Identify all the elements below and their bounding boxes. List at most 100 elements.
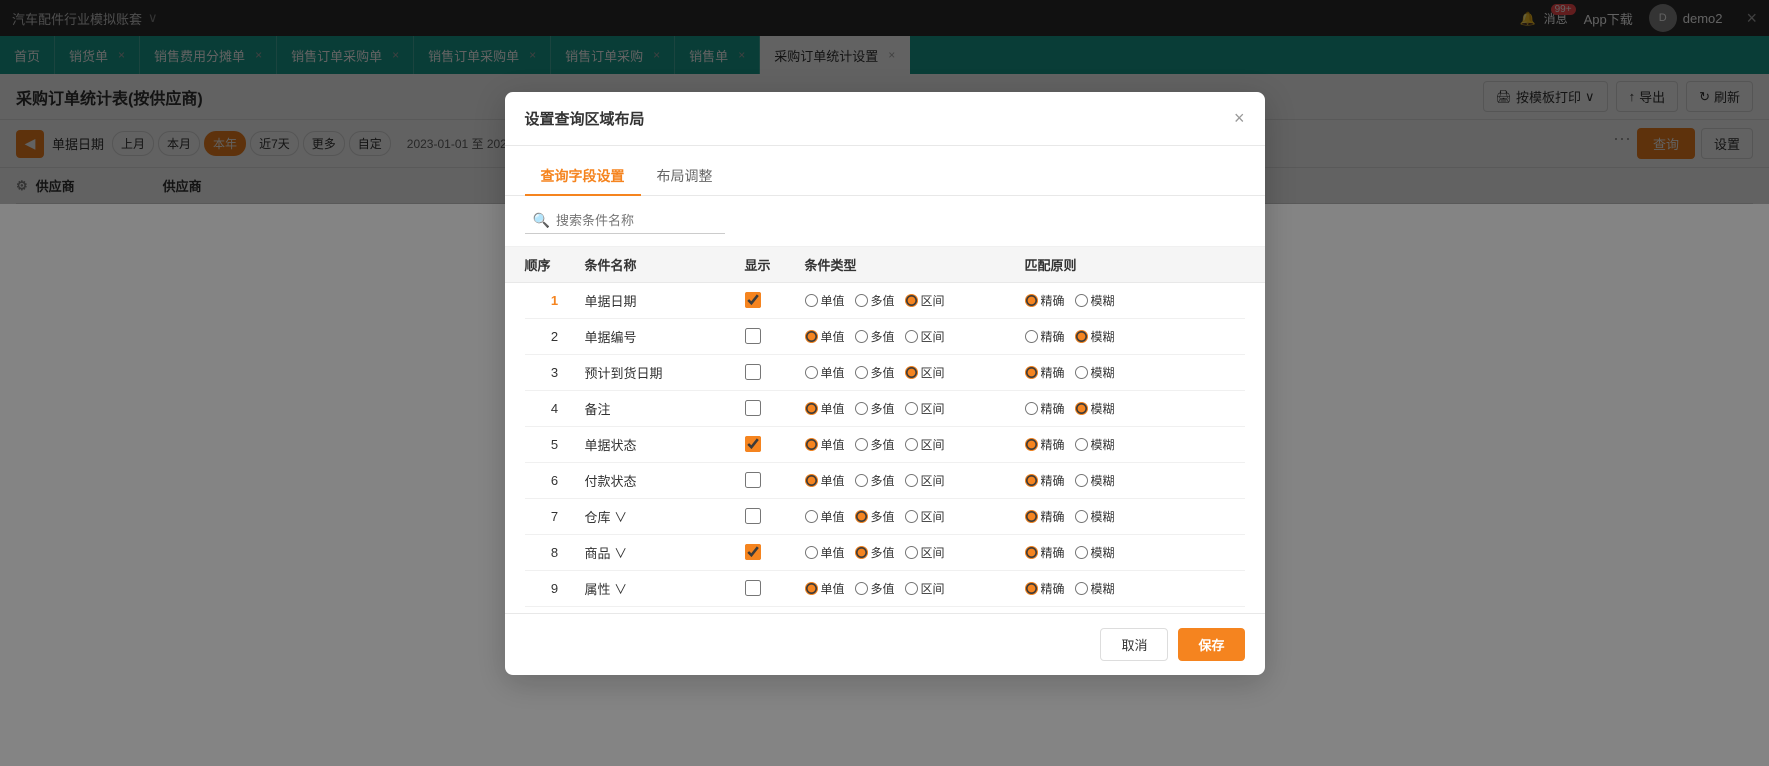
match-radio[interactable]: [1025, 330, 1038, 343]
type-radio-label[interactable]: 单值: [805, 508, 845, 525]
display-checkbox[interactable]: [745, 400, 761, 416]
match-radio-label[interactable]: 模糊: [1075, 508, 1115, 525]
match-radio[interactable]: [1075, 330, 1088, 343]
match-radio-label[interactable]: 模糊: [1075, 544, 1115, 561]
display-checkbox[interactable]: [745, 580, 761, 596]
type-radio[interactable]: [805, 582, 818, 595]
display-checkbox[interactable]: [745, 328, 761, 344]
match-radio[interactable]: [1075, 546, 1088, 559]
modal-close-btn[interactable]: ×: [1234, 109, 1245, 127]
match-radio[interactable]: [1075, 294, 1088, 307]
search-input[interactable]: [556, 213, 716, 228]
type-radio[interactable]: [855, 582, 868, 595]
type-radio-label[interactable]: 区间: [905, 328, 945, 345]
type-radio-label[interactable]: 单值: [805, 292, 845, 309]
type-radio[interactable]: [905, 366, 918, 379]
match-radio[interactable]: [1025, 510, 1038, 523]
type-radio[interactable]: [905, 510, 918, 523]
match-radio-label[interactable]: 模糊: [1075, 472, 1115, 489]
match-radio-label[interactable]: 模糊: [1075, 580, 1115, 597]
match-radio-label[interactable]: 精确: [1025, 400, 1065, 417]
type-radio-label[interactable]: 单值: [805, 580, 845, 597]
type-radio-label[interactable]: 单值: [805, 472, 845, 489]
save-btn[interactable]: 保存: [1178, 628, 1244, 661]
match-radio[interactable]: [1075, 510, 1088, 523]
match-radio[interactable]: [1075, 474, 1088, 487]
match-radio[interactable]: [1025, 402, 1038, 415]
tab-layout[interactable]: 布局调整: [641, 158, 729, 196]
type-radio[interactable]: [905, 294, 918, 307]
match-radio[interactable]: [1025, 366, 1038, 379]
type-radio[interactable]: [805, 510, 818, 523]
type-radio-label[interactable]: 多值: [855, 544, 895, 561]
match-radio[interactable]: [1075, 366, 1088, 379]
type-radio-label[interactable]: 多值: [855, 580, 895, 597]
match-radio-label[interactable]: 模糊: [1075, 436, 1115, 453]
type-radio[interactable]: [855, 510, 868, 523]
match-radio[interactable]: [1075, 582, 1088, 595]
type-radio-label[interactable]: 区间: [905, 508, 945, 525]
type-radio[interactable]: [805, 366, 818, 379]
type-radio[interactable]: [805, 438, 818, 451]
display-checkbox[interactable]: [745, 292, 761, 308]
type-radio[interactable]: [855, 402, 868, 415]
type-radio-label[interactable]: 多值: [855, 364, 895, 381]
display-checkbox[interactable]: [745, 544, 761, 560]
display-checkbox[interactable]: [745, 364, 761, 380]
type-radio-label[interactable]: 区间: [905, 400, 945, 417]
match-radio[interactable]: [1075, 402, 1088, 415]
type-radio[interactable]: [905, 330, 918, 343]
type-radio[interactable]: [855, 546, 868, 559]
display-checkbox[interactable]: [745, 436, 761, 452]
type-radio-label[interactable]: 区间: [905, 436, 945, 453]
type-radio[interactable]: [905, 582, 918, 595]
display-checkbox[interactable]: [745, 472, 761, 488]
type-radio[interactable]: [805, 294, 818, 307]
match-radio-label[interactable]: 精确: [1025, 364, 1065, 381]
type-radio-label[interactable]: 区间: [905, 364, 945, 381]
type-radio-label[interactable]: 多值: [855, 472, 895, 489]
type-radio-label[interactable]: 多值: [855, 508, 895, 525]
type-radio-label[interactable]: 区间: [905, 580, 945, 597]
type-radio-label[interactable]: 多值: [855, 328, 895, 345]
match-radio-label[interactable]: 模糊: [1075, 400, 1115, 417]
type-radio-label[interactable]: 单值: [805, 328, 845, 345]
type-radio[interactable]: [855, 294, 868, 307]
match-radio-label[interactable]: 模糊: [1075, 292, 1115, 309]
type-radio-label[interactable]: 单值: [805, 544, 845, 561]
type-radio[interactable]: [805, 402, 818, 415]
match-radio-label[interactable]: 精确: [1025, 544, 1065, 561]
match-radio[interactable]: [1075, 438, 1088, 451]
match-radio[interactable]: [1025, 294, 1038, 307]
match-radio-label[interactable]: 模糊: [1075, 328, 1115, 345]
type-radio-label[interactable]: 区间: [905, 292, 945, 309]
type-radio[interactable]: [905, 474, 918, 487]
type-radio[interactable]: [905, 402, 918, 415]
type-radio-label[interactable]: 多值: [855, 436, 895, 453]
type-radio[interactable]: [905, 438, 918, 451]
match-radio[interactable]: [1025, 546, 1038, 559]
type-radio-label[interactable]: 多值: [855, 400, 895, 417]
type-radio-label[interactable]: 多值: [855, 292, 895, 309]
match-radio-label[interactable]: 精确: [1025, 580, 1065, 597]
type-radio[interactable]: [855, 474, 868, 487]
match-radio-label[interactable]: 精确: [1025, 472, 1065, 489]
display-checkbox[interactable]: [745, 508, 761, 524]
match-radio-label[interactable]: 模糊: [1075, 364, 1115, 381]
match-radio-label[interactable]: 精确: [1025, 508, 1065, 525]
type-radio-label[interactable]: 单值: [805, 436, 845, 453]
type-radio[interactable]: [855, 330, 868, 343]
type-radio-label[interactable]: 区间: [905, 544, 945, 561]
type-radio[interactable]: [805, 330, 818, 343]
tab-query-fields[interactable]: 查询字段设置: [525, 158, 641, 196]
match-radio[interactable]: [1025, 438, 1038, 451]
type-radio[interactable]: [805, 546, 818, 559]
match-radio-label[interactable]: 精确: [1025, 292, 1065, 309]
type-radio-label[interactable]: 单值: [805, 400, 845, 417]
type-radio-label[interactable]: 单值: [805, 364, 845, 381]
cancel-btn[interactable]: 取消: [1100, 628, 1168, 661]
match-radio[interactable]: [1025, 582, 1038, 595]
type-radio[interactable]: [855, 366, 868, 379]
type-radio[interactable]: [805, 474, 818, 487]
match-radio-label[interactable]: 精确: [1025, 436, 1065, 453]
